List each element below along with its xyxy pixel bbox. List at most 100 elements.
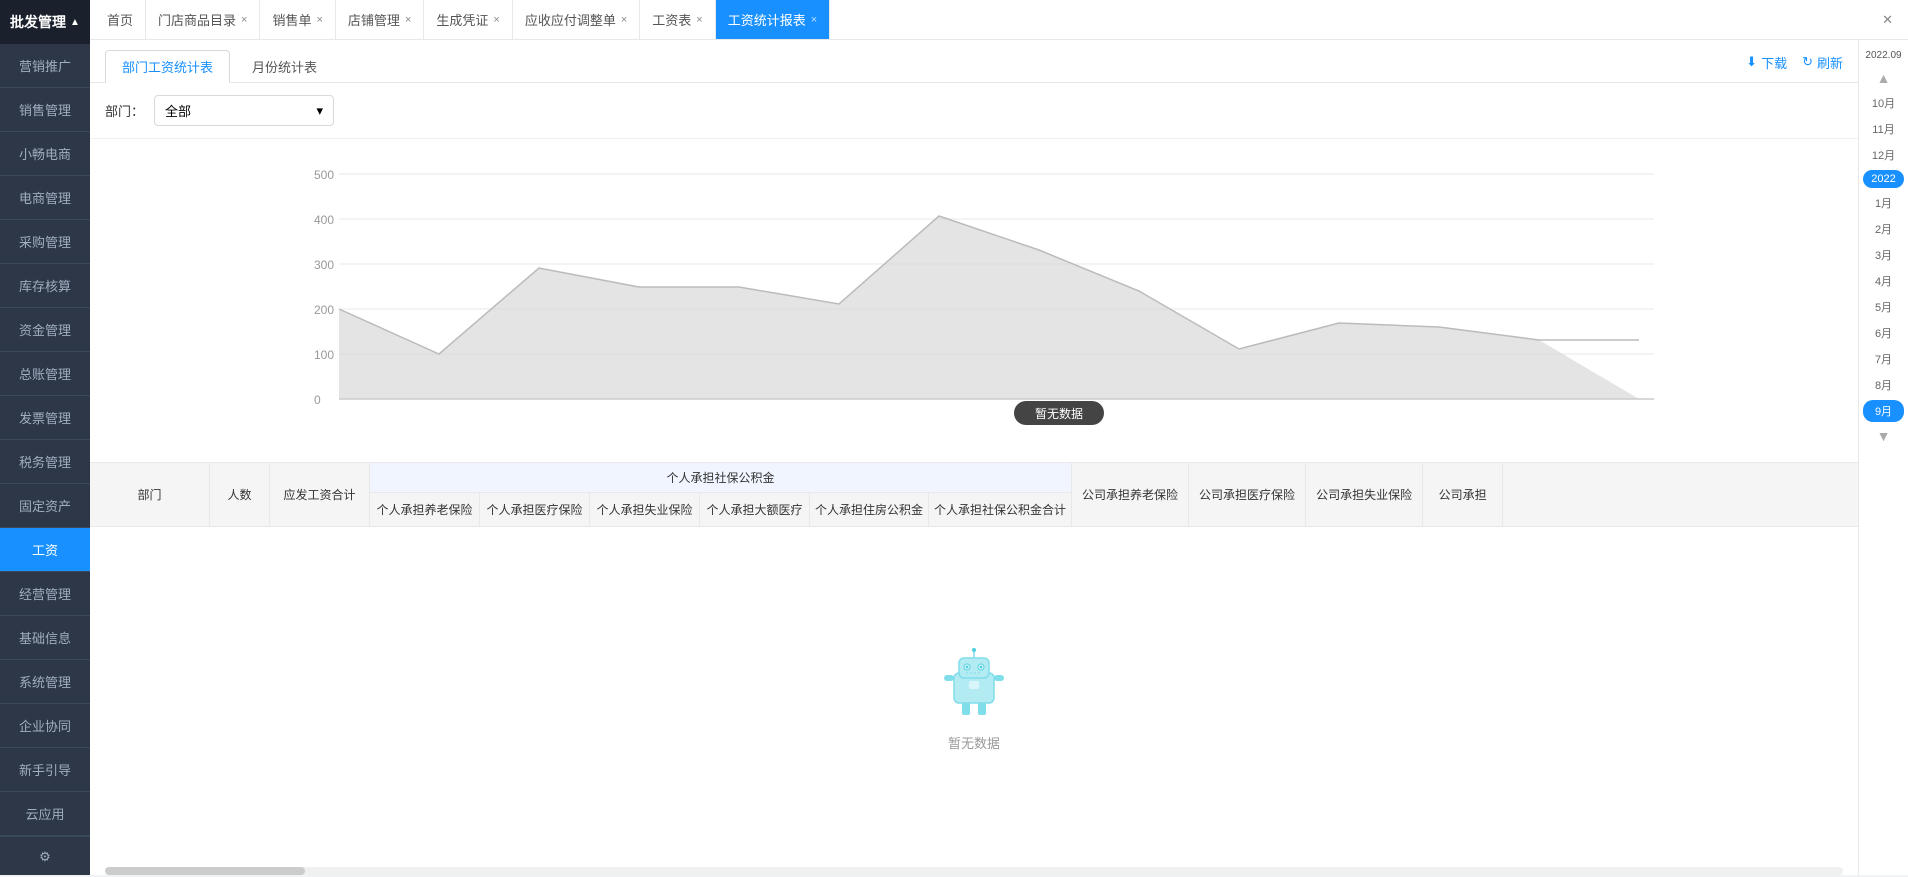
timeline-item-8月[interactable]: 8月	[1858, 372, 1908, 398]
timeline-item-7月[interactable]: 7月	[1858, 346, 1908, 372]
tab-label: 门店商品目录	[158, 10, 236, 29]
tab-close-icon[interactable]: ×	[811, 14, 817, 26]
main-area: 首页门店商品目录×销售单×店铺管理×生成凭证×应收应付调整单×工资表×工资统计报…	[90, 0, 1908, 875]
tab-门店商品目录[interactable]: 门店商品目录 ×	[146, 0, 260, 39]
sidebar-item-经营管理[interactable]: 经营管理	[0, 572, 90, 616]
subtab-月份统计表[interactable]: 月份统计表	[235, 50, 334, 82]
timeline-panel: 2022.09 ▲ 10月11月12月20221月2月3月4月5月6月7月8月9…	[1858, 40, 1908, 875]
tab-label: 工资表	[652, 10, 691, 29]
th-personal-big-medical: 个人承担大额医疗	[700, 493, 810, 526]
svg-text:300: 300	[314, 258, 334, 272]
th-department-label: 部门	[100, 486, 199, 503]
tab-首页[interactable]: 首页	[95, 0, 146, 39]
timeline-item-10月[interactable]: 10月	[1858, 90, 1908, 116]
th-personal-unemployment: 个人承担失业保险	[590, 493, 700, 526]
tab-bar-close-button[interactable]: ✕	[1872, 12, 1903, 28]
refresh-icon: ↻	[1802, 54, 1813, 70]
department-select[interactable]: 全部 ▾	[154, 95, 334, 126]
download-button[interactable]: ⬇ 下载	[1746, 53, 1787, 72]
timeline-item-3月[interactable]: 3月	[1858, 242, 1908, 268]
th-wage-total-label: 应发工资合计	[280, 486, 359, 503]
sidebar-item-总账管理[interactable]: 总账管理	[0, 352, 90, 396]
th-personal-pension: 个人承担养老保险	[370, 493, 480, 526]
svg-text:500: 500	[314, 168, 334, 182]
tab-工资统计报表[interactable]: 工资统计报表×	[716, 0, 830, 39]
tab-close-icon[interactable]: ×	[493, 14, 499, 26]
tab-bar: 首页门店商品目录×销售单×店铺管理×生成凭证×应收应付调整单×工资表×工资统计报…	[90, 0, 1908, 40]
sidebar-item-库存核算[interactable]: 库存核算	[0, 264, 90, 308]
content-area: 部门工资统计表月份统计表 ⬇ 下载 ↻ 刷新 部门： 全部 ▾	[90, 40, 1908, 875]
tab-label: 生成凭证	[436, 10, 488, 29]
timeline-down-button[interactable]: ▼	[1873, 424, 1895, 448]
sidebar-item-固定资产[interactable]: 固定资产	[0, 484, 90, 528]
th-personal-housing: 个人承担住房公积金	[810, 493, 929, 526]
timeline-year-2022[interactable]: 2022	[1863, 170, 1903, 188]
tab-工资表[interactable]: 工资表 ×	[640, 0, 715, 39]
sidebar-item-基础信息[interactable]: 基础信息	[0, 616, 90, 660]
tab-close-icon[interactable]: ×	[405, 14, 411, 26]
timeline-item-1月[interactable]: 1月	[1858, 190, 1908, 216]
sidebar-item-新手引导[interactable]: 新手引导	[0, 748, 90, 792]
refresh-button[interactable]: ↻ 刷新	[1802, 53, 1843, 72]
empty-robot-icon	[934, 643, 1014, 723]
tab-应收应付调整单[interactable]: 应收应付调整单 ×	[513, 0, 640, 39]
timeline-up-button[interactable]: ▲	[1873, 66, 1895, 90]
tab-close-icon[interactable]: ×	[696, 14, 702, 26]
th-company-other: 公司承担	[1423, 463, 1503, 526]
timeline-item-6月[interactable]: 6月	[1858, 320, 1908, 346]
table-area: 部门 人数 应发工资合计 个人承担社保公积金 个人承担养老保险 个人承担医疗保险	[90, 462, 1858, 875]
subtabs-left: 部门工资统计表月份统计表	[105, 50, 334, 82]
tab-label: 应收应付调整单	[525, 10, 616, 29]
svg-text:200: 200	[314, 303, 334, 317]
sidebar-item-资金管理[interactable]: 资金管理	[0, 308, 90, 352]
th-department: 部门	[90, 463, 210, 526]
tab-close-icon[interactable]: ×	[316, 14, 322, 26]
timeline-month-9月[interactable]: 9月	[1863, 400, 1903, 422]
empty-text: 暂无数据	[948, 733, 1000, 752]
timeline-item-5月[interactable]: 5月	[1858, 294, 1908, 320]
sidebar-item-云应用[interactable]: 云应用	[0, 792, 90, 836]
sidebar-item-电商管理[interactable]: 电商管理	[0, 176, 90, 220]
th-personal-group: 个人承担社保公积金 个人承担养老保险 个人承担医疗保险 个人承担失业保险 个人承…	[370, 463, 1072, 526]
timeline-items: 10月11月12月 2022 1月2月3月4月5月6月7月8月9月	[1858, 90, 1908, 424]
department-select-value: 全部	[165, 101, 191, 120]
sidebar-item-采购管理[interactable]: 采购管理	[0, 220, 90, 264]
tabs-container: 首页门店商品目录×销售单×店铺管理×生成凭证×应收应付调整单×工资表×工资统计报…	[95, 0, 830, 39]
sidebar-item-发票管理[interactable]: 发票管理	[0, 396, 90, 440]
timeline-item-2月[interactable]: 2月	[1858, 216, 1908, 242]
sidebar-items: 营销推广销售管理小畅电商电商管理采购管理库存核算资金管理总账管理发票管理税务管理…	[0, 44, 90, 836]
timeline-item-11月[interactable]: 11月	[1858, 116, 1908, 142]
th-group-cols: 个人承担养老保险 个人承担医疗保险 个人承担失业保险 个人承担大额医疗 个人承担…	[370, 493, 1071, 526]
sidebar-item-企业协同[interactable]: 企业协同	[0, 704, 90, 748]
tab-销售单[interactable]: 销售单×	[260, 0, 335, 39]
th-company-unemployment: 公司承担失业保险	[1306, 463, 1423, 526]
sidebar-item-营销推广[interactable]: 营销推广	[0, 44, 90, 88]
area-chart: 0 100 200 300 400 500	[105, 149, 1843, 449]
table-scrollbar[interactable]	[105, 867, 1843, 875]
sidebar-item-税务管理[interactable]: 税务管理	[0, 440, 90, 484]
sidebar-header[interactable]: 批发管理 ▲	[0, 0, 90, 44]
subtab-部门工资统计表[interactable]: 部门工资统计表	[105, 50, 230, 83]
tab-close-icon[interactable]: ×	[621, 14, 627, 26]
timeline-item-12月[interactable]: 12月	[1858, 142, 1908, 168]
sidebar-title: 批发管理	[10, 12, 66, 32]
timeline-item-4月[interactable]: 4月	[1858, 268, 1908, 294]
th-count-label: 人数	[220, 486, 259, 503]
sidebar-item-小畅电商[interactable]: 小畅电商	[0, 132, 90, 176]
settings-icon: ⚙	[39, 849, 51, 864]
no-data-tooltip: 暂无数据	[1035, 406, 1083, 421]
sidebar-item-销售管理[interactable]: 销售管理	[0, 88, 90, 132]
table-scroll-thumb[interactable]	[105, 867, 305, 875]
tab-生成凭证[interactable]: 生成凭证 ×	[424, 0, 512, 39]
page-content: 部门工资统计表月份统计表 ⬇ 下载 ↻ 刷新 部门： 全部 ▾	[90, 40, 1858, 875]
filter-bar: 部门： 全部 ▾	[90, 83, 1858, 139]
th-company-medical: 公司承担医疗保险	[1189, 463, 1306, 526]
tab-店铺管理[interactable]: 店铺管理×	[336, 0, 424, 39]
sidebar-settings[interactable]: ⚙	[0, 836, 90, 877]
th-wage-total: 应发工资合计	[270, 463, 370, 526]
sidebar-item-系统管理[interactable]: 系统管理	[0, 660, 90, 704]
tab-close-icon[interactable]: ×	[241, 14, 247, 26]
th-personal-total: 个人承担社保公积金合计	[929, 493, 1071, 526]
sidebar-item-工资[interactable]: 工资	[0, 528, 90, 572]
th-personal-medical: 个人承担医疗保险	[480, 493, 590, 526]
